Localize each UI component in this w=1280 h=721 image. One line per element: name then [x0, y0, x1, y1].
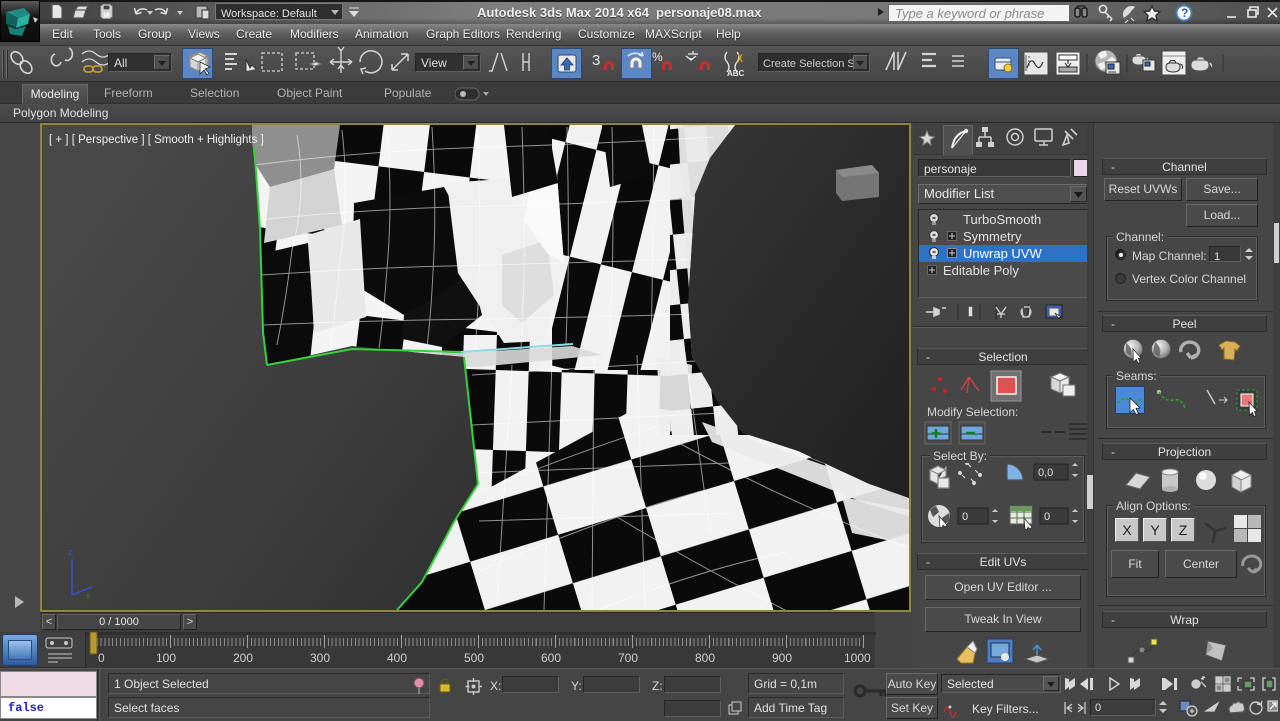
svg-text:900: 900 [772, 651, 792, 665]
svg-text:500: 500 [464, 651, 484, 665]
svg-text:300: 300 [310, 651, 330, 665]
svg-text:100: 100 [156, 651, 176, 665]
svg-text:700: 700 [618, 651, 638, 665]
svg-text:?: ? [1181, 6, 1188, 20]
svg-text:[ + ] [ Perspective ] [ Smooth: [ + ] [ Perspective ] [ Smooth + Highlig… [49, 134, 264, 146]
svg-text:3: 3 [592, 52, 600, 69]
svg-text:z: z [68, 547, 73, 557]
svg-text:x: x [86, 591, 91, 601]
svg-text:1000: 1000 [844, 651, 871, 665]
svg-text:800: 800 [695, 651, 715, 665]
svg-text:200: 200 [233, 651, 253, 665]
svg-text:0: 0 [962, 511, 968, 523]
svg-text:0: 0 [1044, 511, 1050, 523]
svg-text:%: % [652, 50, 663, 64]
svg-text:0,0: 0,0 [1038, 467, 1053, 479]
svg-text:ABC: ABC [727, 69, 745, 78]
svg-text:600: 600 [541, 651, 561, 665]
svg-text:400: 400 [387, 651, 407, 665]
svg-text:0: 0 [98, 651, 105, 665]
